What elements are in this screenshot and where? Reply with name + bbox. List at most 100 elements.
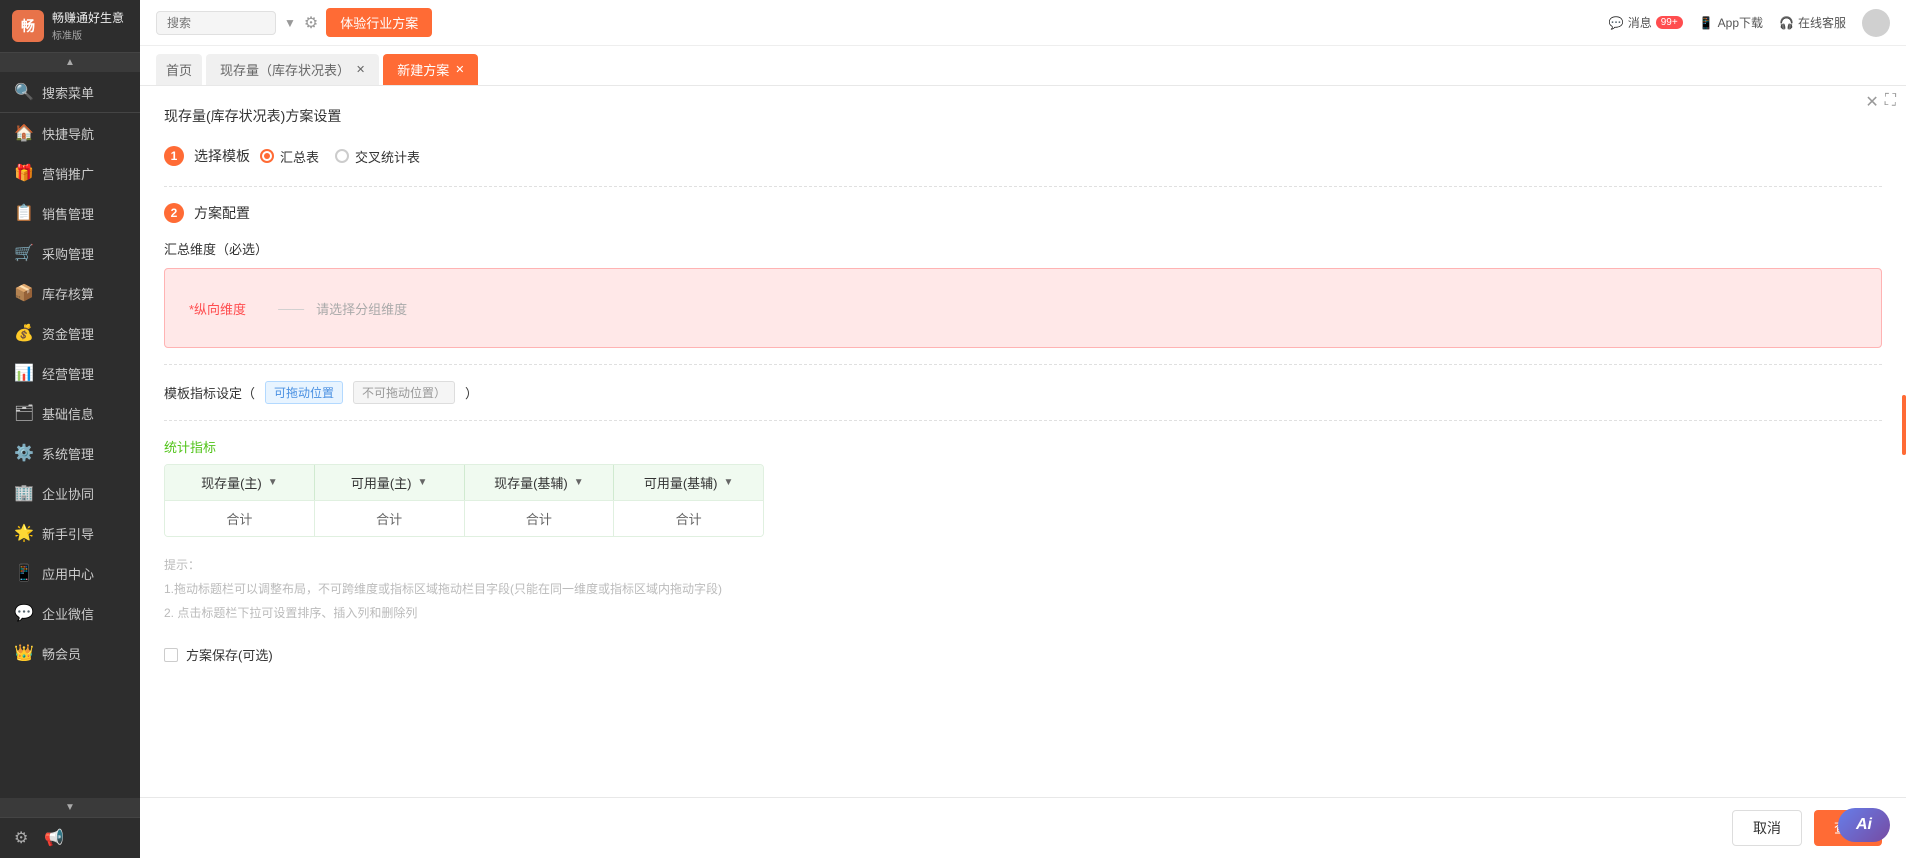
col2-label: 可用量(主) [351, 473, 412, 492]
sidebar-logo-text-area: 畅赚通好生意 标准版 [52, 10, 124, 42]
indicator-settings-label: 模板指标设定（ [164, 383, 255, 402]
table-header-col2[interactable]: 可用量(主) ▼ [315, 465, 465, 500]
topbar-message-button[interactable]: 💬 消息 99+ [1609, 14, 1683, 31]
cancel-button[interactable]: 取消 [1732, 810, 1802, 846]
home-icon: 🏠 [14, 123, 34, 143]
sidebar-item-label: 经营管理 [42, 364, 94, 383]
content-inner: 现存量(库存状况表)方案设置 1 选择模板 汇总表 [140, 86, 1906, 797]
app-name: 畅赚通好生意 [52, 10, 124, 27]
topbar-user-avatar[interactable] [1862, 9, 1890, 37]
tips-title: 提示： [164, 553, 1882, 577]
sidebar-item-label: 销售管理 [42, 204, 94, 223]
sidebar-scroll-down[interactable]: ▼ [0, 798, 140, 817]
expand-window-icon[interactable]: ⛶ [1885, 92, 1896, 112]
bottom-bar: 取消 查询 [140, 797, 1906, 858]
summary-dimension-label: 汇总维度（必选） [164, 239, 1882, 258]
sidebar-item-marketing[interactable]: 🎁 营销推广 [0, 153, 140, 193]
building-icon: 🏢 [14, 483, 34, 503]
radio-cross-label: 交叉统计表 [355, 147, 420, 166]
step2-section: 2 方案配置 汇总维度（必选） *纵向维度 —— 请选择分组维度 模板指标设定（ [164, 203, 1882, 625]
table-cell-col3: 合计 [465, 501, 615, 536]
col4-chevron-icon: ▼ [724, 477, 734, 488]
sidebar-item-member[interactable]: 👑 畅会员 [0, 633, 140, 673]
sidebar-scroll-up[interactable]: ▲ [0, 53, 140, 72]
sidebar-item-finance[interactable]: 💰 资金管理 [0, 313, 140, 353]
col1-chevron-icon: ▼ [268, 477, 278, 488]
sidebar-item-label: 采购管理 [42, 244, 94, 263]
sidebar-item-newcomer[interactable]: 🌟 新手引导 [0, 513, 140, 553]
sidebar-item-inventory[interactable]: 📦 库存核算 [0, 273, 140, 313]
topbar-search-input[interactable] [156, 11, 276, 35]
tips-item-1: 1.拖动标题栏可以调整布局，不可跨维度或指标区域拖动栏目字段(只能在同一维度或指… [164, 577, 1882, 601]
sidebar-item-enterprise[interactable]: 🏢 企业协同 [0, 473, 140, 513]
template-radio-group: 汇总表 交叉统计表 [260, 147, 420, 166]
sidebar-item-system[interactable]: ⚙️ 系统管理 [0, 433, 140, 473]
stats-label: 统计指标 [164, 437, 1882, 456]
table-header-col4[interactable]: 可用量(基辅) ▼ [614, 465, 763, 500]
phone-icon: 📱 [1699, 16, 1714, 30]
settings-icon: ⚙️ [14, 443, 34, 463]
sidebar-item-quick-nav[interactable]: 🏠 快捷导航 [0, 113, 140, 153]
sidebar-item-wechat[interactable]: 💬 企业微信 [0, 593, 140, 633]
sidebar-item-label: 畅会员 [42, 644, 81, 663]
app-logo-icon: 畅 [12, 10, 44, 42]
dropdown-icon[interactable]: ▼ [284, 16, 296, 30]
indicator-settings-end: ） [465, 383, 478, 402]
sidebar-item-label: 快捷导航 [42, 124, 94, 143]
app-version: 标准版 [52, 27, 124, 42]
message-badge: 99+ [1656, 16, 1683, 29]
radio-cross[interactable]: 交叉统计表 [335, 147, 420, 166]
gear-icon[interactable]: ⚙ [14, 828, 28, 848]
step1-title: 选择模板 [194, 146, 250, 166]
dimension-box[interactable]: *纵向维度 —— 请选择分组维度 [164, 268, 1882, 348]
radio-cross-dot [335, 149, 349, 163]
sidebar-item-label: 资金管理 [42, 324, 94, 343]
speaker-icon[interactable]: 📢 [44, 828, 64, 848]
tab-new-scheme-close-icon[interactable]: ✕ [455, 63, 464, 76]
sidebar-item-purchase[interactable]: 🛒 采购管理 [0, 233, 140, 273]
chart-icon: 📊 [14, 363, 34, 383]
crown-icon: 👑 [14, 643, 34, 663]
dimension-separator: —— [278, 301, 304, 316]
headphone-icon: 🎧 [1779, 16, 1794, 30]
main-area: ▼ ⚙ 体验行业方案 💬 消息 99+ 📱 App下载 🎧 在线客服 [140, 0, 1906, 858]
ai-badge[interactable]: Ai [1838, 808, 1890, 842]
stats-table-header: 现存量(主) ▼ 可用量(主) ▼ 现存量(基辅) ▼ [165, 465, 763, 500]
sidebar-item-management[interactable]: 📊 经营管理 [0, 353, 140, 393]
sidebar-item-label: 企业微信 [42, 604, 94, 623]
scroll-indicator [1902, 395, 1906, 455]
chat-icon: 💬 [14, 603, 34, 623]
stats-table-row: 合计 合计 合计 合计 [165, 500, 763, 536]
sidebar-search[interactable]: 🔍 搜索菜单 [0, 72, 140, 113]
tab-new-scheme[interactable]: 新建方案 ✕ [383, 54, 478, 85]
indicator-divider [164, 420, 1882, 421]
table-header-col1[interactable]: 现存量(主) ▼ [165, 465, 315, 500]
col3-label: 现存量(基辅) [494, 473, 568, 492]
gift-icon: 🎁 [14, 163, 34, 183]
clipboard-icon: 📋 [14, 203, 34, 223]
box-icon: 📦 [14, 283, 34, 303]
tips-item-2: 2. 点击标题栏下拉可设置排序、插入列和删除列 [164, 601, 1882, 625]
tab-inventory-close-icon[interactable]: ✕ [356, 63, 365, 76]
tab-inventory-status[interactable]: 现存量（库存状况表） ✕ [206, 54, 379, 85]
close-window-icon[interactable]: ✕ [1865, 92, 1878, 112]
step2-title: 方案配置 [194, 203, 250, 223]
sidebar-item-sales[interactable]: 📋 销售管理 [0, 193, 140, 233]
save-option-checkbox[interactable] [164, 648, 178, 662]
sidebar-item-label: 企业协同 [42, 484, 94, 503]
topbar-gear-icon[interactable]: ⚙ [304, 13, 318, 33]
col2-chevron-icon: ▼ [418, 477, 428, 488]
indicator-settings-row: 模板指标设定（ 可拖动位置 不可拖动位置） ） [164, 381, 1882, 404]
col3-chevron-icon: ▼ [574, 477, 584, 488]
industry-scheme-button[interactable]: 体验行业方案 [326, 8, 432, 37]
topbar-app-download-button[interactable]: 📱 App下载 [1699, 14, 1763, 31]
sidebar-item-app-center[interactable]: 📱 应用中心 [0, 553, 140, 593]
table-header-col3[interactable]: 现存量(基辅) ▼ [465, 465, 615, 500]
tab-home[interactable]: 首页 [156, 54, 202, 85]
stats-table: 现存量(主) ▼ 可用量(主) ▼ 现存量(基辅) ▼ [164, 464, 764, 537]
sidebar-item-basic-info[interactable]: 🗂 基础信息 [0, 393, 140, 433]
topbar-service-button[interactable]: 🎧 在线客服 [1779, 14, 1846, 31]
section-divider [164, 186, 1882, 187]
sidebar-item-label: 库存核算 [42, 284, 94, 303]
radio-summary[interactable]: 汇总表 [260, 147, 319, 166]
